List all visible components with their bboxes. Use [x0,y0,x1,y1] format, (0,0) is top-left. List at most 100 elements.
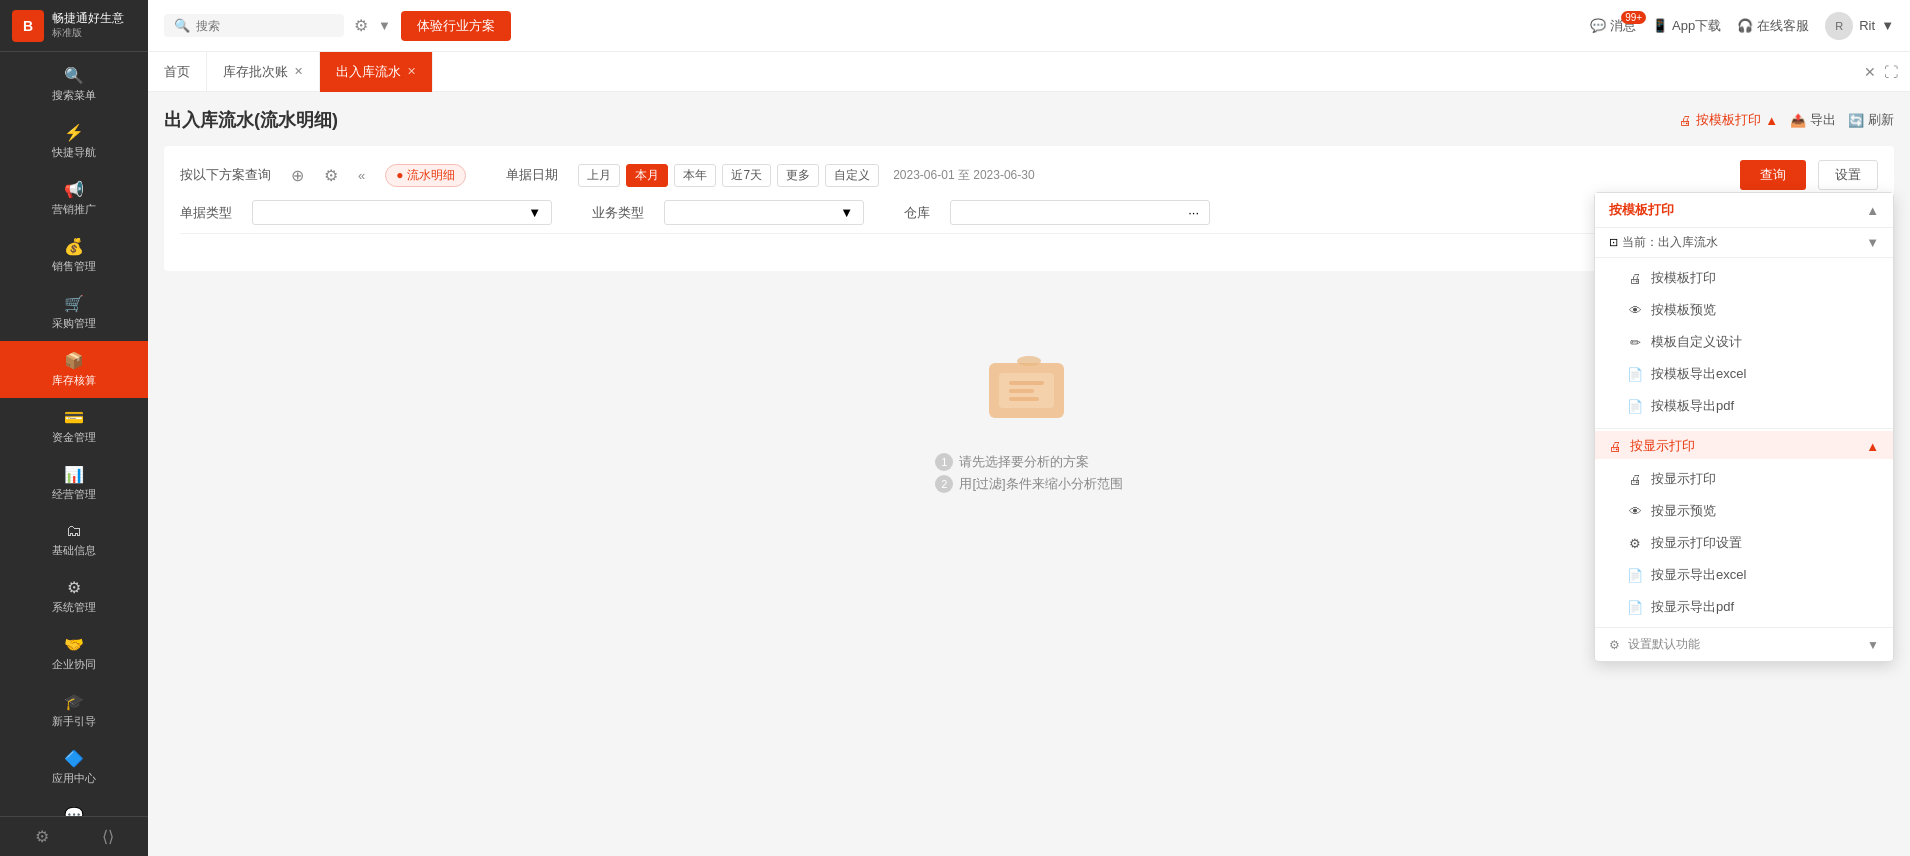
refresh-label: 刷新 [1868,111,1894,129]
date-btn-more[interactable]: 更多 [777,164,819,187]
template-print-item-label: 按模板打印 [1651,269,1716,287]
tab-maximize: ✕ ⛶ [1864,64,1910,80]
sidebar-item-sales[interactable]: 💰 销售管理 [0,227,148,284]
sidebar-item-system[interactable]: ⚙ 系统管理 [0,568,148,625]
operation-icon: 📊 [64,465,84,484]
display-pdf-item-icon: 📄 [1627,599,1643,615]
current-dropdown-icon[interactable]: ▼ [1866,235,1879,250]
doc-type-dropdown-icon: ▼ [528,205,541,220]
add-scheme-icon[interactable]: ⊕ [291,166,304,185]
dropdown-divider [1595,428,1893,429]
trial-button[interactable]: 体验行业方案 [401,11,511,41]
tab-home[interactable]: 首页 [148,52,207,92]
sidebar-item-marketing[interactable]: 📢 营销推广 [0,170,148,227]
tab-flow[interactable]: 出入库流水 ✕ [320,52,433,92]
sidebar-item-wechat[interactable]: 💬 企业微信 [0,796,148,816]
message-badge[interactable]: 💬 消息 99+ [1590,17,1636,35]
page-title: 出入库流水(流水明细) [164,108,338,132]
collab-icon: 🤝 [64,635,84,654]
dropdown-item-display-preview[interactable]: 👁 按显示预览 [1595,495,1893,527]
topbar-search-box[interactable]: 🔍 [164,14,344,37]
hint-2: 2 用[过滤]条件来缩小分析范围 [935,475,1122,493]
date-btn-7days[interactable]: 近7天 [722,164,771,187]
sidebar-item-quicknav[interactable]: ⚡ 快捷导航 [0,113,148,170]
sidebar-item-basic[interactable]: 🗂 基础信息 [0,512,148,568]
query-button[interactable]: 查询 [1740,160,1806,190]
dropdown-collapse-icon[interactable]: ▲ [1866,203,1879,218]
dropdown-item-display-print[interactable]: 🖨 按显示打印 [1595,463,1893,495]
close-window-icon[interactable]: ✕ [1864,64,1876,80]
scheme-tag-label: 流水明细 [407,167,455,184]
tab-flow-close-icon[interactable]: ✕ [407,65,416,78]
tab-home-label: 首页 [164,63,190,81]
doc-type-select[interactable]: ▼ [252,200,552,225]
scheme-tag[interactable]: ● 流水明细 [385,164,466,187]
tab-batch-close-icon[interactable]: ✕ [294,65,303,78]
search-input[interactable] [196,19,316,33]
biz-type-select[interactable]: ▼ [664,200,864,225]
hint-text-1: 请先选择要分析的方案 [959,453,1089,471]
sidebar-item-guide[interactable]: 🎓 新手引导 [0,682,148,739]
online-service-label: 在线客服 [1757,17,1809,35]
settings-default-icon: ⚙ [1609,638,1620,652]
apps-icon: 🔷 [64,749,84,768]
settings-icon[interactable]: ⚙ [35,827,49,846]
dropdown-item-template-excel[interactable]: 📄 按模板导出excel [1595,358,1893,390]
dropdown-item-template-preview[interactable]: 👁 按模板预览 [1595,294,1893,326]
app-download[interactable]: 📱 App下载 [1652,17,1721,35]
sidebar-item-collab[interactable]: 🤝 企业协同 [0,625,148,682]
topbar-dropdown-icon[interactable]: ▼ [378,18,391,33]
avatar: R [1825,12,1853,40]
online-service[interactable]: 🎧 在线客服 [1737,17,1809,35]
dropdown-item-display-pdf[interactable]: 📄 按显示导出pdf [1595,591,1893,623]
date-btn-last-month[interactable]: 上月 [578,164,620,187]
sidebar-item-label: 资金管理 [52,430,96,445]
dropdown-item-display-settings[interactable]: ⚙ 按显示打印设置 [1595,527,1893,559]
logo-icon: B [12,10,44,42]
sidebar-item-purchase[interactable]: 🛒 采购管理 [0,284,148,341]
purchase-icon: 🛒 [64,294,84,313]
collapse-left-icon[interactable]: « [358,168,365,183]
dropdown-footer[interactable]: ⚙ 设置默认功能 ▼ [1595,627,1893,661]
expand-icon[interactable]: ⛶ [1884,64,1898,80]
sidebar-item-label: 快捷导航 [52,145,96,160]
hint-num-2: 2 [935,475,953,493]
dropdown-item-template-pdf[interactable]: 📄 按模板导出pdf [1595,390,1893,422]
dropdown-item-template-custom[interactable]: ✏ 模板自定义设计 [1595,326,1893,358]
collapse-icon[interactable]: ⟨⟩ [102,827,114,846]
user-menu[interactable]: R Rit ▼ [1825,12,1894,40]
display-section-collapse-icon[interactable]: ▲ [1866,439,1879,454]
dropdown-item-display-excel[interactable]: 📄 按显示导出excel [1595,559,1893,591]
sales-icon: 💰 [64,237,84,256]
export-button[interactable]: 📤 导出 [1790,111,1836,129]
page-header: 出入库流水(流水明细) 🖨 按模板打印 ▲ 📤 导出 🔄 刷新 [164,108,1894,132]
export-icon: 📤 [1790,113,1806,128]
app-download-label: App下载 [1672,17,1721,35]
scheme-tag-icon: ● [396,168,403,182]
sidebar-item-search[interactable]: 🔍 搜索菜单 [0,56,148,113]
date-btn-this-year[interactable]: 本年 [674,164,716,187]
settings-button[interactable]: 设置 [1818,160,1878,190]
message-icon: 💬 [1590,18,1606,33]
message-count: 99+ [1621,11,1646,24]
basic-icon: 🗂 [66,522,82,540]
date-btn-custom[interactable]: 自定义 [825,164,879,187]
dropdown-item-template-print[interactable]: 🖨 按模板打印 [1595,262,1893,294]
template-print-label: 按模板打印 [1696,111,1761,129]
wechat-icon: 💬 [64,806,84,816]
template-print-button[interactable]: 🖨 按模板打印 ▲ [1679,111,1778,129]
sidebar-item-finance[interactable]: 💳 资金管理 [0,398,148,455]
sidebar-item-label: 系统管理 [52,600,96,615]
manage-scheme-icon[interactable]: ⚙ [324,166,338,185]
sidebar-item-label: 企业协同 [52,657,96,672]
warehouse-select[interactable]: ··· [950,200,1210,225]
tab-batch[interactable]: 库存批次账 ✕ [207,52,320,92]
refresh-button[interactable]: 🔄 刷新 [1848,111,1894,129]
sidebar-item-operation[interactable]: 📊 经营管理 [0,455,148,512]
sidebar-nav: 🔍 搜索菜单 ⚡ 快捷导航 📢 营销推广 💰 销售管理 🛒 采购管理 📦 库存核… [0,52,148,816]
export-label: 导出 [1810,111,1836,129]
topbar-gear-icon[interactable]: ⚙ [354,16,368,35]
date-btn-this-month[interactable]: 本月 [626,164,668,187]
sidebar-item-apps[interactable]: 🔷 应用中心 [0,739,148,796]
sidebar-item-inventory[interactable]: 📦 库存核算 [0,341,148,398]
